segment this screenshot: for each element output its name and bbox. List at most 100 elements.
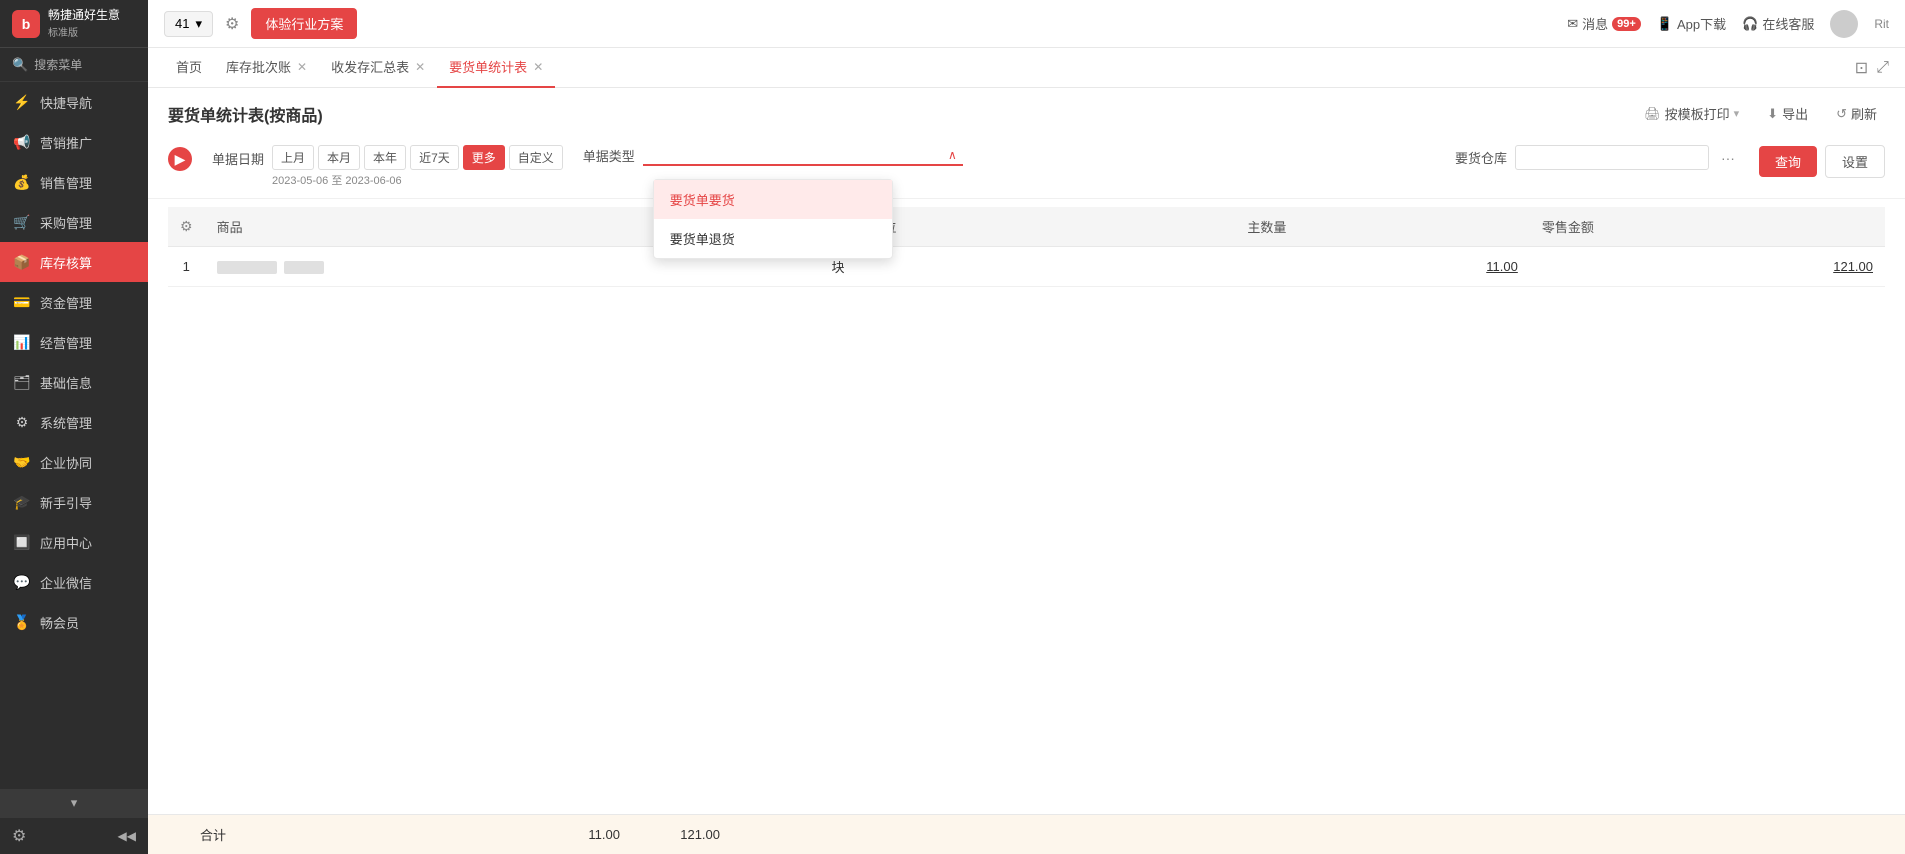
- sidebar-item-inventory[interactable]: 📦 库存核算: [0, 242, 148, 282]
- sidebar-item-marketing[interactable]: 📢 营销推广: [0, 122, 148, 162]
- wechat-label: 企业微信: [40, 573, 92, 592]
- cooperation-icon: 🤝: [12, 452, 32, 472]
- page-inner: 要货单统计表(按商品) 🖨 按模板打印 ▾ ⬇ 导出 ↺ 刷新: [148, 88, 1905, 854]
- date-this-year-btn[interactable]: 本年: [364, 145, 406, 170]
- tab-receive-summary-close[interactable]: ✕: [415, 61, 425, 73]
- apps-icon: 🔲: [12, 532, 32, 552]
- table-body: 1 块 11.00 121.00: [168, 247, 1885, 287]
- filter-bar: ▶ 单据日期 上月 本月 本年 近7天 更多 自定义 2023-05-06 至 …: [148, 135, 1905, 199]
- sidebar-search[interactable]: 🔍 搜索菜单: [0, 48, 148, 82]
- warehouse-filter-input[interactable]: [1515, 145, 1709, 170]
- operation-icon: 📊: [12, 332, 32, 352]
- date-filter-label: 单据日期: [212, 145, 264, 168]
- date-last-month-btn[interactable]: 上月: [272, 145, 314, 170]
- set-btn[interactable]: 设置: [1825, 145, 1885, 178]
- app-download-btn[interactable]: 📱 App下载: [1657, 14, 1726, 33]
- collapse-icon[interactable]: ◀◀: [118, 829, 136, 843]
- purchase-icon: 🛒: [12, 212, 32, 232]
- main-area: 41 ▾ ⚙ 体验行业方案 ✉ 消息 99+ 📱 App下载 🎧 在线客服 Ri…: [148, 0, 1905, 854]
- tab-receive-summary[interactable]: 收发存汇总表 ✕: [319, 48, 437, 88]
- store-name: 41: [175, 16, 189, 31]
- date-this-month-btn[interactable]: 本月: [318, 145, 360, 170]
- sidebar-item-base[interactable]: 🗂 基础信息: [0, 362, 148, 402]
- page-header: 要货单统计表(按商品) 🖨 按模板打印 ▾ ⬇ 导出 ↺ 刷新: [148, 88, 1905, 135]
- industry-btn[interactable]: 体验行业方案: [251, 8, 357, 39]
- topbar-right: ✉ 消息 99+ 📱 App下载 🎧 在线客服 Rit: [1567, 10, 1889, 38]
- page-content: 要货单统计表(按商品) 🖨 按模板打印 ▾ ⬇ 导出 ↺ 刷新: [148, 88, 1905, 854]
- finance-label: 资金管理: [40, 293, 92, 312]
- store-dropdown-icon: ▾: [195, 16, 202, 32]
- messages-badge: 99+: [1612, 17, 1641, 31]
- tab-home[interactable]: 首页: [164, 48, 214, 88]
- dropdown-item-order-return[interactable]: 要货单退货: [654, 219, 892, 258]
- date-filter-btns: 上月 本月 本年 近7天 更多 自定义: [272, 145, 563, 170]
- sidebar-item-system[interactable]: ⚙ 系统管理: [0, 402, 148, 442]
- tab-order-stats-close[interactable]: ✕: [533, 61, 543, 73]
- sidebar-item-operation[interactable]: 📊 经营管理: [0, 322, 148, 362]
- finance-icon: 💳: [12, 292, 32, 312]
- export-btn[interactable]: ⬇ 导出: [1759, 100, 1816, 127]
- type-filter-wrapper[interactable]: ∧: [643, 145, 963, 166]
- print-icon: 🖨: [1644, 106, 1661, 122]
- row-amount[interactable]: 121.00: [1530, 247, 1885, 287]
- filter-expand-btn[interactable]: ▶: [168, 147, 192, 171]
- type-filter-input[interactable]: [649, 147, 948, 162]
- tab-expand-icon[interactable]: ⊡: [1855, 58, 1868, 78]
- sidebar-item-quick-nav[interactable]: ⚡ 快捷导航: [0, 82, 148, 122]
- sidebar-item-guide[interactable]: 🎓 新手引导: [0, 482, 148, 522]
- phone-icon: 📱: [1657, 16, 1673, 32]
- message-icon: ✉: [1567, 16, 1578, 32]
- search-icon: 🔍: [12, 57, 28, 73]
- date-more-btn[interactable]: 更多: [463, 145, 505, 170]
- date-custom-btn[interactable]: 自定义: [509, 145, 563, 170]
- row-index: 1: [168, 247, 205, 287]
- topbar-left: 41 ▾ ⚙ 体验行业方案: [164, 8, 357, 39]
- table-header-row: ⚙ 商品 主计量单位 主数量 零售金额: [168, 207, 1885, 247]
- tab-order-stats[interactable]: 要货单统计表 ✕: [437, 48, 555, 88]
- topbar-settings-icon[interactable]: ⚙: [225, 14, 239, 34]
- print-dropdown-icon: ▾: [1734, 107, 1740, 120]
- user-avatar[interactable]: [1830, 10, 1858, 38]
- operation-label: 经营管理: [40, 333, 92, 352]
- refresh-btn[interactable]: ↺ 刷新: [1828, 100, 1885, 127]
- messages-btn[interactable]: ✉ 消息 99+: [1567, 14, 1641, 33]
- online-service-btn[interactable]: 🎧 在线客服: [1742, 14, 1814, 33]
- date-last-7days-btn[interactable]: 近7天: [410, 145, 459, 170]
- quick-nav-icon: ⚡: [12, 92, 32, 112]
- tab-inventory-batch-close[interactable]: ✕: [297, 61, 307, 73]
- app-name: 畅捷通好生意: [48, 8, 120, 24]
- col-settings: ⚙: [168, 207, 205, 247]
- sidebar-item-sales[interactable]: 💰 销售管理: [0, 162, 148, 202]
- type-dropdown: 要货单要货 要货单退货: [653, 179, 893, 259]
- tab-inventory-batch[interactable]: 库存批次账 ✕: [214, 48, 319, 88]
- marketing-icon: 📢: [12, 132, 32, 152]
- sidebar-item-member[interactable]: 🏅 畅会员: [0, 602, 148, 642]
- export-label: 导出: [1782, 104, 1808, 123]
- tab-fullscreen-icon[interactable]: ⤢: [1876, 59, 1889, 77]
- headset-icon: 🎧: [1742, 16, 1758, 32]
- type-filter-arrow[interactable]: ∧: [948, 148, 957, 162]
- sidebar-scroll-down[interactable]: ▾: [0, 789, 148, 817]
- table-row: 1 块 11.00 121.00: [168, 247, 1885, 287]
- sales-icon: 💰: [12, 172, 32, 192]
- inventory-icon: 📦: [12, 252, 32, 272]
- row-quantity[interactable]: 11.00: [1235, 247, 1529, 287]
- base-label: 基础信息: [40, 373, 92, 392]
- sidebar-item-wechat[interactable]: 💬 企业微信: [0, 562, 148, 602]
- sidebar-item-apps[interactable]: 🔲 应用中心: [0, 522, 148, 562]
- query-btn[interactable]: 查询: [1759, 146, 1817, 177]
- sidebar-item-finance[interactable]: 💳 资金管理: [0, 282, 148, 322]
- sidebar-item-cooperation[interactable]: 🤝 企业协同: [0, 442, 148, 482]
- refresh-label: 刷新: [1851, 104, 1877, 123]
- sidebar-item-purchase[interactable]: 🛒 采购管理: [0, 202, 148, 242]
- topbar: 41 ▾ ⚙ 体验行业方案 ✉ 消息 99+ 📱 App下载 🎧 在线客服 Ri…: [148, 0, 1905, 48]
- app-version: 标准版: [48, 24, 120, 39]
- footer-amount: 121.00: [620, 827, 720, 842]
- table-settings-icon[interactable]: ⚙: [180, 218, 193, 234]
- settings-icon[interactable]: ⚙: [12, 826, 26, 846]
- tab-receive-summary-label: 收发存汇总表: [331, 57, 409, 76]
- template-print-btn[interactable]: 🖨 按模板打印 ▾: [1636, 100, 1747, 127]
- store-selector[interactable]: 41 ▾: [164, 11, 213, 37]
- warehouse-more-icon[interactable]: ···: [1717, 148, 1739, 168]
- dropdown-item-order-goods[interactable]: 要货单要货: [654, 180, 892, 219]
